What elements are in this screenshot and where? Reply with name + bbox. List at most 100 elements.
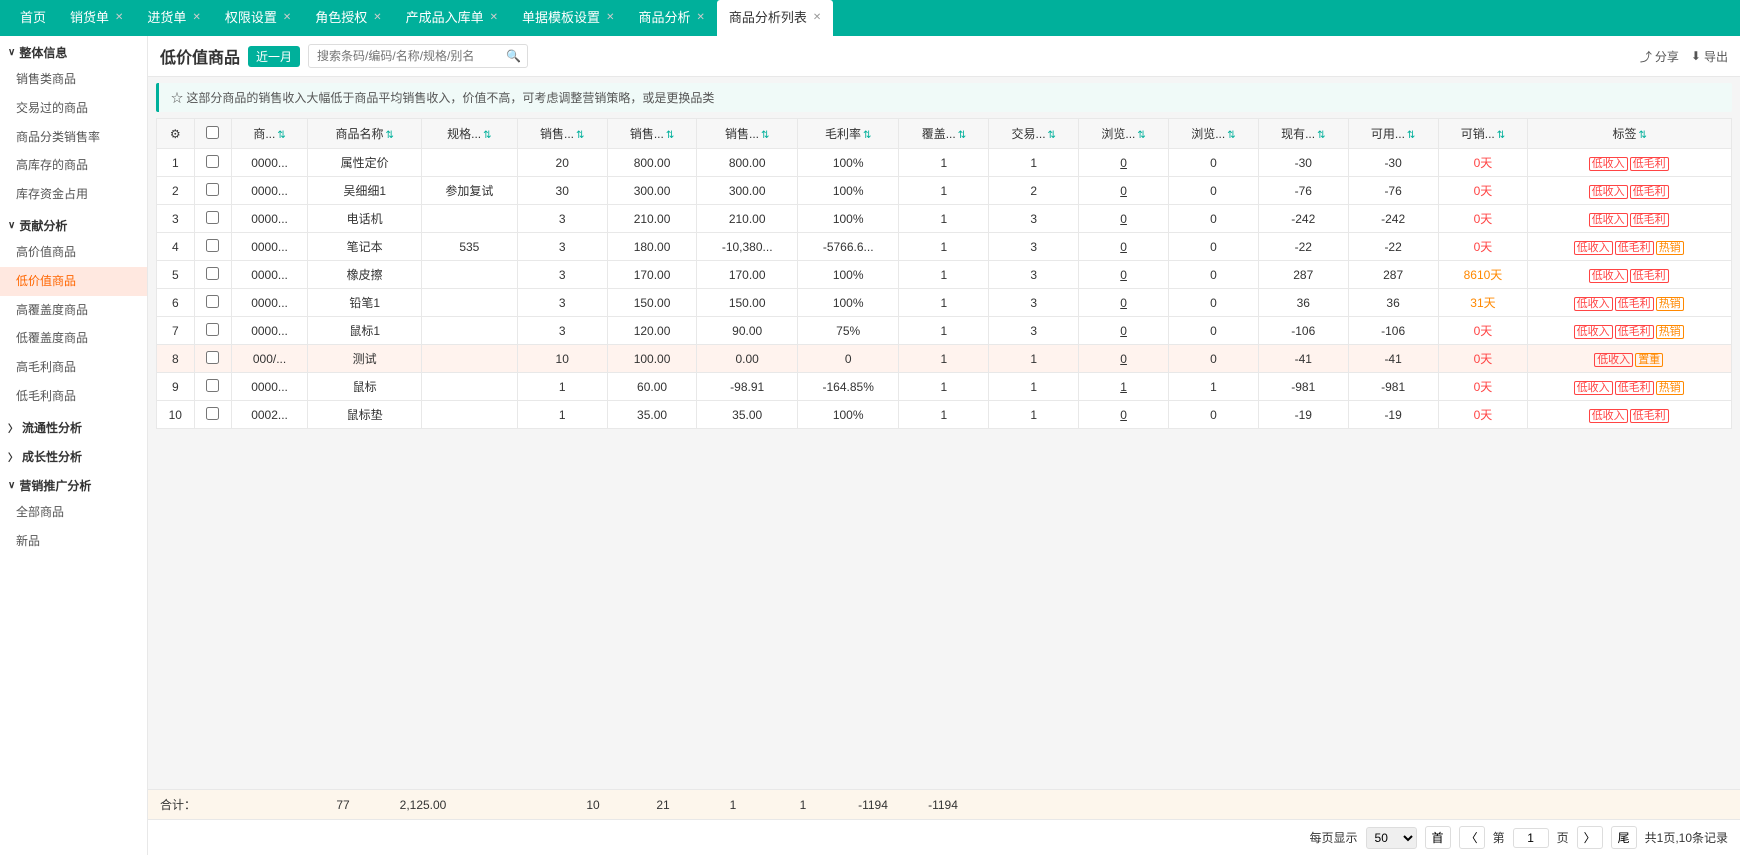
col-sales3[interactable]: 销售...⇅ bbox=[697, 119, 797, 149]
nav-goods-analysis-list[interactable]: 商品分析列表✕ bbox=[717, 0, 833, 36]
tag-badge: 低收入 bbox=[1589, 213, 1628, 227]
col-trade[interactable]: 交易...⇅ bbox=[989, 119, 1079, 149]
search-input[interactable] bbox=[308, 44, 528, 68]
close-icon[interactable]: ✕ bbox=[192, 0, 200, 36]
prev-page-btn[interactable]: 〈 bbox=[1459, 826, 1485, 849]
row-checkbox-cell[interactable] bbox=[194, 289, 231, 317]
row-checkbox-cell[interactable] bbox=[194, 401, 231, 429]
sidebar-item-high-margin[interactable]: 高毛利商品 bbox=[0, 353, 147, 382]
row-checkbox-cell[interactable] bbox=[194, 205, 231, 233]
row-col7[interactable]: 0 bbox=[1079, 205, 1169, 233]
sidebar-group-marketing[interactable]: ∨ 营销推广分析 bbox=[0, 469, 147, 498]
row-col7[interactable]: 0 bbox=[1079, 401, 1169, 429]
row-checkbox[interactable] bbox=[206, 379, 219, 392]
col-sales2[interactable]: 销售...⇅ bbox=[607, 119, 697, 149]
sidebar-item-traded-goods[interactable]: 交易过的商品 bbox=[0, 94, 147, 123]
nav-product-in[interactable]: 产成品入库单✕ bbox=[394, 0, 510, 36]
col-sellable[interactable]: 可销...⇅ bbox=[1438, 119, 1528, 149]
row-col7[interactable]: 0 bbox=[1079, 261, 1169, 289]
row-col7[interactable]: 1 bbox=[1079, 373, 1169, 401]
row-checkbox-cell[interactable] bbox=[194, 261, 231, 289]
row-col7[interactable]: 0 bbox=[1079, 317, 1169, 345]
close-icon[interactable]: ✕ bbox=[606, 0, 614, 36]
sidebar-group-growth[interactable]: 〉 成长性分析 bbox=[0, 440, 147, 469]
row-checkbox-cell[interactable] bbox=[194, 345, 231, 373]
close-icon[interactable]: ✕ bbox=[373, 0, 381, 36]
nav-role[interactable]: 角色授权✕ bbox=[303, 0, 393, 36]
sidebar-group-contribution[interactable]: ∨ 贡献分析 bbox=[0, 209, 147, 238]
sidebar-item-all-goods[interactable]: 全部商品 bbox=[0, 498, 147, 527]
date-range-tag[interactable]: 近一月 bbox=[248, 46, 300, 67]
close-icon[interactable]: ✕ bbox=[115, 0, 123, 36]
row-tags: 低收入置重 bbox=[1528, 345, 1732, 373]
col-code[interactable]: 商...⇅ bbox=[231, 119, 308, 149]
export-button[interactable]: ⬇ 导出 bbox=[1691, 48, 1728, 65]
row-checkbox[interactable] bbox=[206, 323, 219, 336]
row-checkbox[interactable] bbox=[206, 211, 219, 224]
row-checkbox-cell[interactable] bbox=[194, 149, 231, 177]
row-checkbox-cell[interactable] bbox=[194, 373, 231, 401]
row-col7[interactable]: 0 bbox=[1079, 289, 1169, 317]
col-spec[interactable]: 规格...⇅ bbox=[421, 119, 517, 149]
row-col3: 0.00 bbox=[697, 345, 797, 373]
nav-sales[interactable]: 销货单✕ bbox=[58, 0, 135, 36]
row-checkbox[interactable] bbox=[206, 407, 219, 420]
col-checkbox[interactable] bbox=[194, 119, 231, 149]
close-icon[interactable]: ✕ bbox=[283, 0, 291, 36]
nav-home[interactable]: 首页 bbox=[8, 0, 58, 36]
col-view1[interactable]: 浏览...⇅ bbox=[1079, 119, 1169, 149]
close-icon[interactable]: ✕ bbox=[490, 0, 498, 36]
col-settings[interactable]: ⚙ bbox=[157, 119, 195, 149]
nav-template[interactable]: 单据模板设置✕ bbox=[510, 0, 626, 36]
close-icon[interactable]: ✕ bbox=[813, 0, 821, 36]
sidebar-item-high-coverage[interactable]: 高覆盖度商品 bbox=[0, 296, 147, 325]
col-view2[interactable]: 浏览...⇅ bbox=[1169, 119, 1259, 149]
sidebar-item-category-sales[interactable]: 商品分类销售率 bbox=[0, 123, 147, 152]
row-checkbox[interactable] bbox=[206, 351, 219, 364]
row-name: 鼠标 bbox=[308, 373, 421, 401]
nav-permission[interactable]: 权限设置✕ bbox=[213, 0, 303, 36]
row-checkbox[interactable] bbox=[206, 155, 219, 168]
row-checkbox-cell[interactable] bbox=[194, 177, 231, 205]
sidebar-group-overall[interactable]: ∨ 整体信息 bbox=[0, 36, 147, 65]
sidebar-item-stock-capital[interactable]: 库存资金占用 bbox=[0, 180, 147, 209]
col-tags[interactable]: 标签⇅ bbox=[1528, 119, 1732, 149]
col-available[interactable]: 可用...⇅ bbox=[1348, 119, 1438, 149]
page-input[interactable] bbox=[1513, 828, 1549, 848]
row-col7[interactable]: 0 bbox=[1079, 149, 1169, 177]
col-name[interactable]: 商品名称⇅ bbox=[308, 119, 421, 149]
row-col7[interactable]: 0 bbox=[1079, 233, 1169, 261]
sidebar-item-low-value[interactable]: 低价值商品 bbox=[0, 267, 147, 296]
row-checkbox[interactable] bbox=[206, 239, 219, 252]
search-icon[interactable]: 🔍 bbox=[506, 49, 521, 63]
nav-purchase[interactable]: 进货单✕ bbox=[135, 0, 212, 36]
row-checkbox-cell[interactable] bbox=[194, 317, 231, 345]
nav-goods-analysis[interactable]: 商品分析✕ bbox=[626, 0, 716, 36]
col-coverage[interactable]: 覆盖...⇅ bbox=[899, 119, 989, 149]
share-button[interactable]: ⤴ 分享 bbox=[1640, 48, 1679, 65]
row-col7[interactable]: 0 bbox=[1079, 345, 1169, 373]
sidebar-item-high-stock[interactable]: 高库存的商品 bbox=[0, 151, 147, 180]
sidebar-item-sales-goods[interactable]: 销售类商品 bbox=[0, 65, 147, 94]
sidebar-group-circulation[interactable]: 〉 流通性分析 bbox=[0, 411, 147, 440]
sidebar-item-high-value[interactable]: 高价值商品 bbox=[0, 238, 147, 267]
col-sales1[interactable]: 销售...⇅ bbox=[517, 119, 607, 149]
row-checkbox[interactable] bbox=[206, 295, 219, 308]
row-spec bbox=[421, 345, 517, 373]
sidebar-item-low-coverage[interactable]: 低覆盖度商品 bbox=[0, 324, 147, 353]
next-page-btn[interactable]: 〉 bbox=[1577, 826, 1603, 849]
row-checkbox[interactable] bbox=[206, 267, 219, 280]
row-checkbox-cell[interactable] bbox=[194, 233, 231, 261]
last-page-btn[interactable]: 尾 bbox=[1611, 826, 1637, 849]
row-col7[interactable]: 0 bbox=[1079, 177, 1169, 205]
row-col6: 3 bbox=[989, 317, 1079, 345]
row-checkbox[interactable] bbox=[206, 183, 219, 196]
col-stock[interactable]: 现有...⇅ bbox=[1258, 119, 1348, 149]
col-margin[interactable]: 毛利率⇅ bbox=[797, 119, 899, 149]
sidebar-item-new-goods[interactable]: 新品 bbox=[0, 527, 147, 556]
close-icon[interactable]: ✕ bbox=[696, 0, 704, 36]
per-page-select[interactable]: 50 100 200 bbox=[1366, 827, 1417, 849]
sidebar-item-low-margin[interactable]: 低毛利商品 bbox=[0, 382, 147, 411]
select-all-checkbox[interactable] bbox=[206, 126, 219, 139]
first-page-btn[interactable]: 首 bbox=[1425, 826, 1451, 849]
